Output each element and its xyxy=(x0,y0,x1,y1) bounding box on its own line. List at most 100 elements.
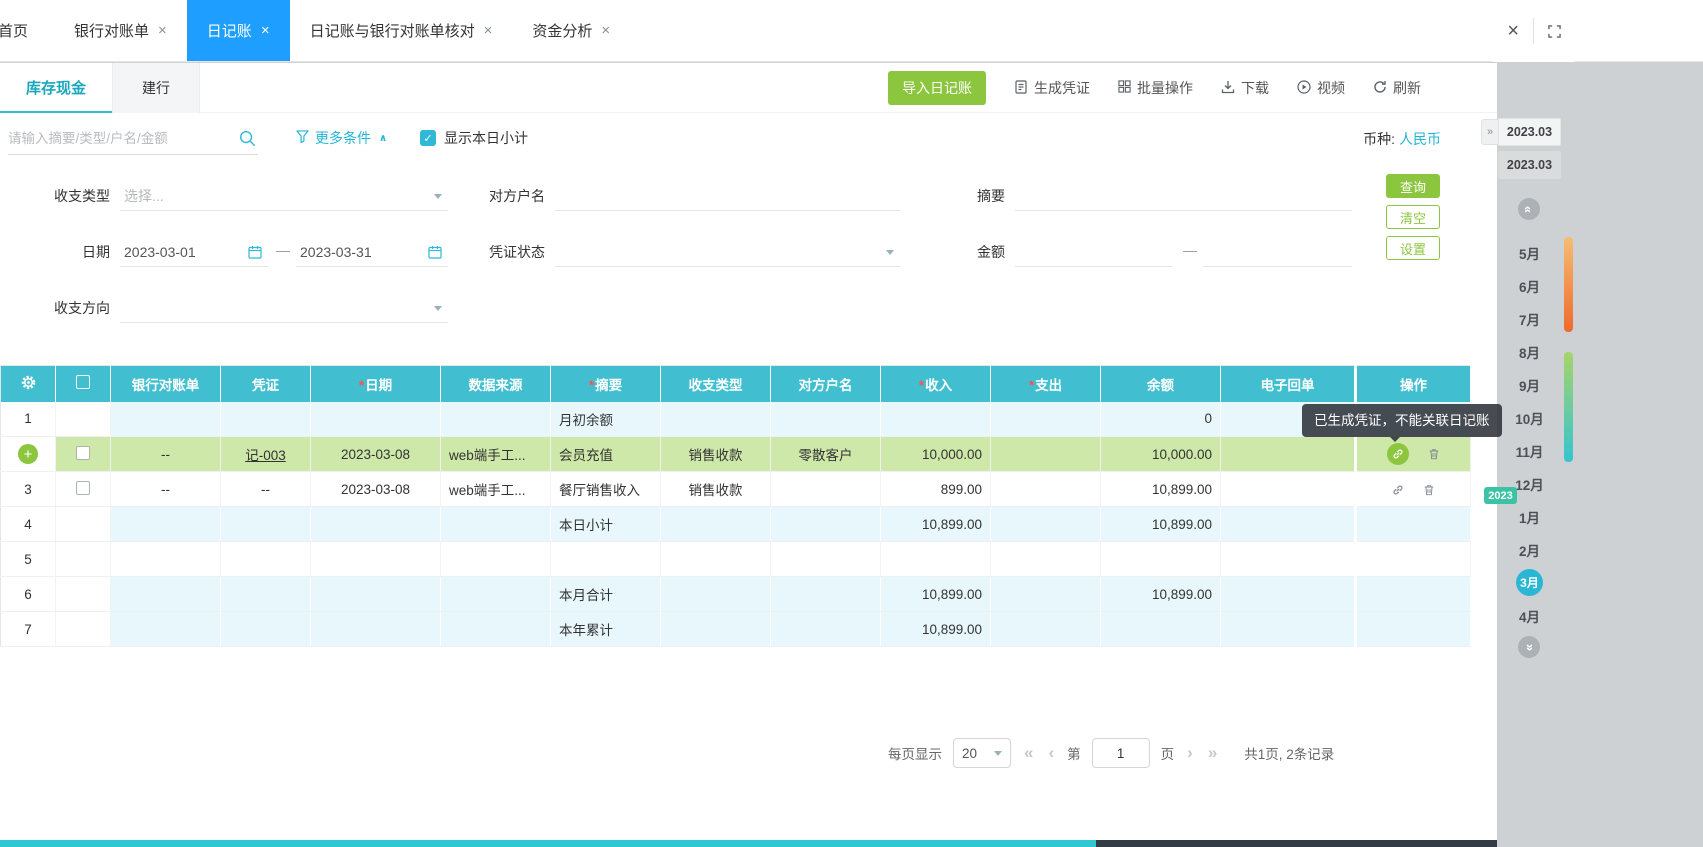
timeline-year-badge: 2023 xyxy=(1484,487,1517,504)
timeline-month[interactable]: 7月 xyxy=(1498,302,1561,335)
timeline-months: 5月 6月 7月 8月 9月 10月 11月 12月 1月 2月 3月 4月 xyxy=(1498,236,1561,632)
amount-min-input[interactable] xyxy=(1015,237,1172,267)
chevron-down-icon xyxy=(886,250,894,255)
cell-type: 销售收款 xyxy=(660,436,771,472)
linked-voucher-icon[interactable] xyxy=(1386,443,1409,465)
cell-balance: 10,899.00 xyxy=(1100,576,1221,612)
column-settings-button[interactable] xyxy=(0,365,56,402)
row-number: 3 xyxy=(0,471,56,507)
table-row-daily-subtotal: 4 本日小计 10,899.00 10,899.00 xyxy=(0,506,1471,542)
table-row-opening-balance: 1 月初余额 0 xyxy=(0,401,1471,437)
rail-collapse-button[interactable]: » xyxy=(1481,119,1498,145)
amount-max-input[interactable] xyxy=(1203,237,1352,267)
query-button[interactable]: 查询 xyxy=(1386,174,1440,198)
voucher-link[interactable]: 记-003 xyxy=(245,448,286,463)
col-counterparty: 对方户名 xyxy=(770,365,881,402)
col-summary: *摘要 xyxy=(550,365,661,402)
timeline-month[interactable]: 6月 xyxy=(1498,269,1561,302)
close-icon[interactable]: × xyxy=(601,22,610,39)
clear-button[interactable]: 清空 xyxy=(1386,205,1440,229)
cell-summary: 本年累计 xyxy=(550,611,661,647)
col-type: 收支类型 xyxy=(660,365,771,402)
timeline-month-active[interactable]: 3月 xyxy=(1498,566,1561,599)
tab-label: 银行对账单 xyxy=(74,23,150,40)
direction-select[interactable] xyxy=(120,293,448,323)
table-header-row: 银行对账单 凭证 *日期 数据来源 *摘要 收支类型 对方户名 *收入 *支出 … xyxy=(0,365,1471,402)
cell-source: web端手工... xyxy=(440,471,551,507)
link-voucher-icon[interactable] xyxy=(1392,484,1404,496)
row-checkbox[interactable] xyxy=(76,480,90,495)
date-from-input[interactable]: 2023-03-01 xyxy=(120,237,268,267)
cell-summary: 本月合计 xyxy=(550,576,661,612)
counterparty-input[interactable] xyxy=(555,181,900,211)
timeline-month[interactable]: 9月 xyxy=(1498,368,1561,401)
delete-icon[interactable] xyxy=(1423,484,1435,496)
timeline-scrollbar-green-segment[interactable] xyxy=(1564,352,1573,462)
date-to-input[interactable]: 2023-03-31 xyxy=(296,237,448,267)
chevron-down-icon xyxy=(994,750,1002,756)
col-income: *收入 xyxy=(880,365,991,402)
bottom-strip-dark xyxy=(1096,840,1497,847)
tab-home[interactable]: 首页 xyxy=(0,0,42,61)
timeline-scroll-up-button[interactable]: « xyxy=(1518,198,1540,220)
date-range-separator: — xyxy=(276,242,290,258)
next-page-button[interactable]: › xyxy=(1185,743,1195,763)
tab-label: 首页 xyxy=(0,23,29,40)
timeline-month[interactable]: 5月 xyxy=(1498,236,1561,269)
col-actions: 操作 xyxy=(1354,365,1471,402)
close-icon[interactable]: × xyxy=(484,22,493,39)
col-bank-statement: 银行对账单 xyxy=(110,365,221,402)
page-prefix-label: 第 xyxy=(1067,747,1081,762)
timeline-month[interactable]: 11月 xyxy=(1498,434,1561,467)
voucher-status-select[interactable] xyxy=(555,237,900,267)
settings-button[interactable]: 设置 xyxy=(1386,236,1440,260)
journal-table: 银行对账单 凭证 *日期 数据来源 *摘要 收支类型 对方户名 *收入 *支出 … xyxy=(0,365,1471,647)
delete-icon[interactable] xyxy=(1428,448,1440,460)
row-checkbox[interactable] xyxy=(76,445,90,460)
last-page-button[interactable]: » xyxy=(1206,743,1219,763)
timeline-month[interactable]: 10月 xyxy=(1498,401,1561,434)
fullscreen-icon[interactable] xyxy=(1533,18,1575,44)
amount-range-separator: — xyxy=(1183,242,1197,258)
counterparty-label: 对方户名 xyxy=(489,188,545,204)
col-voucher: 凭证 xyxy=(220,365,311,402)
timeline-month[interactable]: 2月 xyxy=(1498,533,1561,566)
per-page-select[interactable]: 20 xyxy=(953,738,1011,768)
prev-page-button[interactable]: ‹ xyxy=(1046,743,1056,763)
close-window-icon[interactable]: × xyxy=(1493,18,1533,44)
timeline-month[interactable]: 1月 xyxy=(1498,500,1561,533)
calendar-icon[interactable] xyxy=(248,245,262,262)
top-tabbar: 首页 银行对账单 × 日记账 × 日记账与银行对账单核对 × 资金分析 × × xyxy=(0,0,1703,62)
first-page-button[interactable]: « xyxy=(1022,743,1035,763)
col-expense: *支出 xyxy=(990,365,1101,402)
cell-balance: 10,899.00 xyxy=(1100,506,1221,542)
close-icon[interactable]: × xyxy=(158,22,167,39)
timeline-scroll-down-button[interactable]: « xyxy=(1518,636,1540,658)
tab-bank-statement[interactable]: 银行对账单 × xyxy=(54,0,187,61)
chevron-down-icon xyxy=(434,306,442,311)
col-source: 数据来源 xyxy=(440,365,551,402)
close-icon[interactable]: × xyxy=(261,22,270,39)
add-row-button[interactable]: + xyxy=(18,444,38,464)
cell-income: 10,899.00 xyxy=(880,506,991,542)
page-suffix-label: 页 xyxy=(1160,747,1175,762)
timeline-scrollbar-orange-segment[interactable] xyxy=(1564,237,1573,332)
select-all-checkbox[interactable] xyxy=(55,365,111,402)
app-window: 首页 银行对账单 × 日记账 × 日记账与银行对账单核对 × 资金分析 × × 库存现金… xyxy=(0,0,1703,847)
calendar-icon[interactable] xyxy=(428,245,442,262)
type-select[interactable]: 选择... xyxy=(120,181,448,211)
row-number: 5 xyxy=(0,541,56,577)
tab-fund-analysis[interactable]: 资金分析 × xyxy=(512,0,630,61)
timeline-month[interactable]: 8月 xyxy=(1498,335,1561,368)
summary-label: 摘要 xyxy=(977,188,1005,204)
window-controls: × xyxy=(1493,0,1575,62)
bottom-strip-teal xyxy=(0,840,1096,847)
summary-input[interactable] xyxy=(1015,181,1352,211)
col-balance: 余额 xyxy=(1100,365,1221,402)
page-number-input[interactable] xyxy=(1091,738,1150,768)
timeline-period-selector[interactable]: 2023.03 xyxy=(1498,151,1561,179)
tab-journal[interactable]: 日记账 × xyxy=(186,0,290,61)
record-count: 共1页, 2条记录 xyxy=(1244,747,1335,762)
tab-journal-bank-check[interactable]: 日记账与银行对账单核对 × xyxy=(290,0,513,61)
timeline-month[interactable]: 4月 xyxy=(1498,599,1561,632)
